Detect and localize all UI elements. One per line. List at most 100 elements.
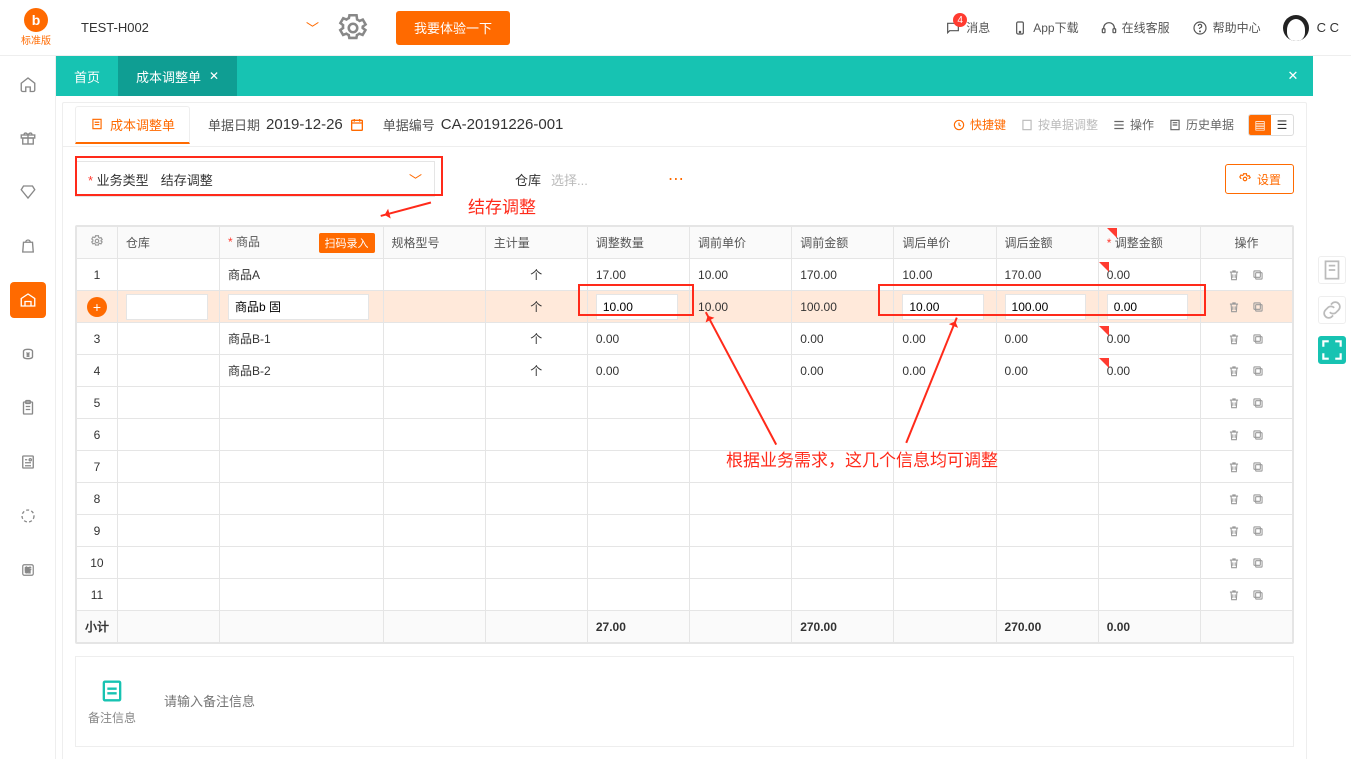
cell-warehouse[interactable] [117,579,219,611]
rail-clipboard-icon[interactable] [10,390,46,426]
col-pre-amount[interactable]: 调前金额 [792,227,894,259]
cell-post-price[interactable] [894,387,996,419]
doc-date-field[interactable]: 单据日期 2019-12-26 [208,115,365,134]
user-menu[interactable]: C C [1283,15,1339,41]
cell-post-price[interactable]: 0.00 [894,323,996,355]
view-card-icon[interactable]: ▤ [1249,115,1271,135]
cell-post-price[interactable] [894,579,996,611]
cell-spec[interactable] [383,323,485,355]
cell-qty[interactable]: 0.00 [587,355,689,387]
view-list-icon[interactable]: ☰ [1271,115,1293,135]
table-row[interactable]: 1 商品A 个 17.00 10.00 170.00 10.00 170.00 … [77,259,1293,291]
col-adj-amount[interactable]: 调整金额 [1098,227,1200,259]
qty-input[interactable] [596,294,678,320]
cell-post-price[interactable]: 0.00 [894,355,996,387]
post-price-input[interactable] [902,294,984,320]
cell-spec[interactable] [383,419,485,451]
cell-product[interactable] [220,483,383,515]
cell-adj-amount[interactable]: 0.00 [1098,355,1200,387]
col-adj-qty[interactable]: 调整数量 [587,227,689,259]
rtool-note-icon[interactable] [1318,256,1346,284]
rail-gift-icon[interactable] [10,120,46,156]
table-row[interactable]: 7 [77,451,1293,483]
cell-adj-amount[interactable] [1098,515,1200,547]
cell-product[interactable]: 商品B-1 [220,323,383,355]
table-row[interactable]: + 个 10.00 100.00 [77,291,1293,323]
cell-product[interactable] [220,387,383,419]
cell-post-amount[interactable]: 0.00 [996,355,1098,387]
product-input[interactable] [228,294,369,320]
col-spec[interactable]: 规格型号 [383,227,485,259]
rail-report-icon[interactable] [10,444,46,480]
table-row[interactable]: 8 [77,483,1293,515]
cell-warehouse[interactable] [117,387,219,419]
cell-post-amount[interactable]: 170.00 [996,259,1098,291]
cell-spec[interactable] [383,515,485,547]
rail-new-icon[interactable]: 新 [10,552,46,588]
delete-icon[interactable] [1227,396,1241,410]
col-warehouse[interactable]: 仓库 [117,227,219,259]
cell-spec[interactable] [383,483,485,515]
more-filters-icon[interactable]: ⋯ [668,169,686,189]
table-row[interactable]: 3 商品B-1 个 0.00 0.00 0.00 0.00 0.00 [77,323,1293,355]
cell-product[interactable] [220,419,383,451]
cell-product[interactable] [220,451,383,483]
cell-post-amount[interactable] [996,579,1098,611]
cell-adj-amount[interactable] [1098,419,1200,451]
remarks-input[interactable] [164,694,1281,709]
cell-post-price[interactable]: 10.00 [894,259,996,291]
operate-menu[interactable]: 操作 [1112,116,1154,133]
cell-product[interactable] [220,547,383,579]
copy-icon[interactable] [1251,268,1265,282]
post-amount-input[interactable] [1005,294,1087,320]
cell-post-price[interactable] [894,515,996,547]
warehouse-field[interactable]: 仓库 选择... [515,161,588,197]
rtool-link-icon[interactable] [1318,296,1346,324]
cell-qty[interactable] [587,419,689,451]
cell-adj-amount[interactable] [1098,291,1200,323]
tab-cost-adjust[interactable]: 成本调整单 ✕ [118,56,237,96]
cell-post-price[interactable] [894,547,996,579]
cell-warehouse[interactable] [117,419,219,451]
delete-icon[interactable] [1227,364,1241,378]
history-link[interactable]: 历史单据 [1168,116,1234,133]
cell-product[interactable] [220,515,383,547]
cell-post-price[interactable] [894,483,996,515]
rail-home-icon[interactable] [10,66,46,102]
cell-spec[interactable] [383,291,485,323]
cell-product[interactable]: 商品A [220,259,383,291]
col-product[interactable]: 商品扫码录入 [220,227,383,259]
cell-warehouse[interactable] [117,547,219,579]
cell-warehouse[interactable] [117,515,219,547]
cell-adj-amount[interactable]: 0.00 [1098,259,1200,291]
nav-online-service[interactable]: 在线客服 [1101,19,1170,36]
delete-icon[interactable] [1227,428,1241,442]
rail-sync-icon[interactable] [10,498,46,534]
copy-icon[interactable] [1251,588,1265,602]
rail-bag-icon[interactable] [10,228,46,264]
trial-button[interactable]: 我要体验一下 [396,11,510,45]
cell-qty[interactable] [587,387,689,419]
copy-icon[interactable] [1251,332,1265,346]
cell-post-amount[interactable] [996,451,1098,483]
nav-app-download[interactable]: App下载 [1012,19,1078,36]
cell-qty[interactable] [587,291,689,323]
delete-icon[interactable] [1227,556,1241,570]
cell-qty[interactable] [587,515,689,547]
cell-qty[interactable] [587,547,689,579]
cell-adj-amount[interactable] [1098,579,1200,611]
cell-qty[interactable]: 0.00 [587,323,689,355]
nav-help-center[interactable]: 帮助中心 [1192,19,1261,36]
cell-warehouse[interactable] [117,355,219,387]
close-icon[interactable]: ✕ [209,69,219,83]
cell-warehouse[interactable] [117,291,219,323]
nav-messages[interactable]: 4 消息 [945,19,990,36]
cell-warehouse[interactable] [117,483,219,515]
col-pre-price[interactable]: 调前单价 [690,227,792,259]
col-gear[interactable] [77,227,118,259]
cell-warehouse[interactable] [117,451,219,483]
cell-warehouse[interactable] [117,259,219,291]
cell-post-amount[interactable] [996,291,1098,323]
delete-icon[interactable] [1227,492,1241,506]
cell-qty[interactable] [587,483,689,515]
